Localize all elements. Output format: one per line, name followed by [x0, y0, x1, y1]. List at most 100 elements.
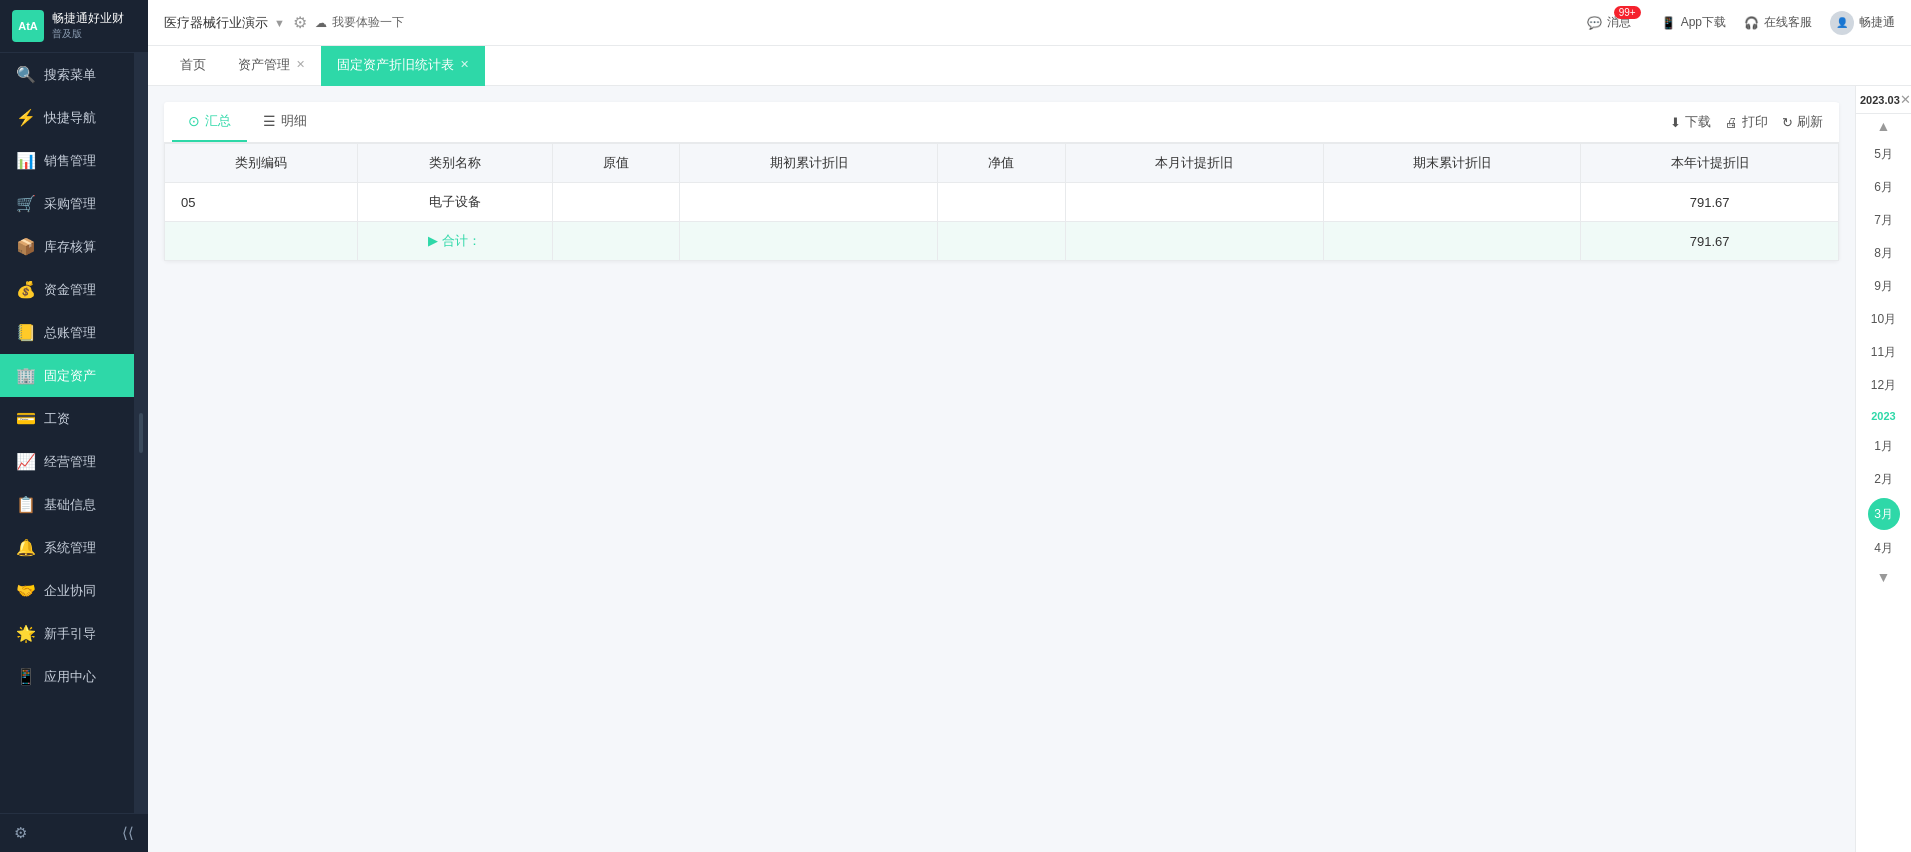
month-5[interactable]: 5月	[1856, 138, 1911, 171]
prev-year-nav[interactable]: ▲	[1856, 114, 1911, 138]
sidebar-item-ledger[interactable]: 📒 总账管理	[0, 311, 134, 354]
sidebar-item-guide[interactable]: 🌟 新手引导	[0, 612, 134, 655]
sidebar-icon-quick-nav: ⚡	[16, 108, 34, 127]
sidebar-item-operations[interactable]: 📈 经营管理	[0, 440, 134, 483]
month-11[interactable]: 11月	[1856, 336, 1911, 369]
sidebar-item-basic-info[interactable]: 📋 基础信息	[0, 483, 134, 526]
subtab-detail[interactable]: ☰ 明细	[247, 102, 323, 142]
company-selector[interactable]: 医疗器械行业演示 ▼	[164, 14, 285, 32]
sidebar-item-inventory[interactable]: 📦 库存核算	[0, 225, 134, 268]
sidebar-nav: 🔍 搜索菜单 ⚡ 快捷导航 📊 销售管理 🛒 采购管理 📦 库存核算 💰 资金管…	[0, 53, 134, 813]
tab-home[interactable]: 首页	[164, 46, 222, 86]
sidebar-label-basic-info: 基础信息	[44, 496, 96, 514]
month-4[interactable]: 4月	[1856, 532, 1911, 565]
subtab-summary[interactable]: ⊙ 汇总	[172, 102, 247, 142]
total-monthly-dep	[1065, 222, 1323, 261]
experience-icon: ☁	[315, 16, 327, 30]
page-content: ⊙ 汇总 ☰ 明细 ⬇ 下载 �	[148, 86, 1855, 852]
sidebar-icon-app-center: 📱	[16, 667, 34, 686]
month-1[interactable]: 1月	[1856, 430, 1911, 463]
refresh-btn[interactable]: ↻ 刷新	[1782, 113, 1823, 131]
data-table-wrap: 类别编码 类别名称 原值 期初累计折旧 净值 本月计提折旧 期末累计折旧 本年计…	[164, 143, 1839, 261]
sidebar-item-app-center[interactable]: 📱 应用中心	[0, 655, 134, 698]
sidebar-item-funds[interactable]: 💰 资金管理	[0, 268, 134, 311]
col-initial-accum: 期初累计折旧	[680, 144, 938, 183]
sidebar-item-enterprise[interactable]: 🤝 企业协同	[0, 569, 134, 612]
download-btn[interactable]: ⬇ 下载	[1670, 113, 1711, 131]
total-icon: ▶	[428, 233, 438, 248]
app-download-btn[interactable]: 📱 App下载	[1661, 14, 1726, 31]
tab-asset-management-close[interactable]: ✕	[296, 58, 305, 71]
sidebar-item-system[interactable]: 🔔 系统管理	[0, 526, 134, 569]
total-period-end-accum	[1323, 222, 1581, 261]
user-info[interactable]: 👤 畅捷通	[1830, 11, 1895, 35]
row-name: 电子设备	[357, 183, 552, 222]
next-year-icon[interactable]: ▼	[1877, 569, 1891, 585]
row-initial-accum	[680, 183, 938, 222]
sidebar-scroll-indicator	[134, 53, 148, 813]
table-toolbar: ⬇ 下载 🖨 打印 ↻ 刷新	[1654, 103, 1839, 141]
month-3[interactable]: 3月	[1868, 498, 1900, 530]
row-period-end-accum	[1323, 183, 1581, 222]
tabbar: 首页 资产管理 ✕ 固定资产折旧统计表 ✕	[148, 46, 1911, 86]
sidebar-icon-purchase: 🛒	[16, 194, 34, 213]
topbar-settings-icon[interactable]: ⚙	[293, 13, 307, 32]
subtab-summary-label: 汇总	[205, 112, 231, 130]
col-code: 类别编码	[165, 144, 358, 183]
right-panel: 2023.03 ✕ ⤢ ▲ 5月 6月 7月 8月 9月 10月 11月 12月…	[1855, 86, 1911, 852]
sidebar-label-payroll: 工资	[44, 410, 70, 428]
message-icon: 💬	[1587, 16, 1602, 30]
app-download-icon: 📱	[1661, 16, 1676, 30]
collapse-icon[interactable]: ⟨⟨	[122, 824, 134, 842]
month-12[interactable]: 12月	[1856, 369, 1911, 402]
year-2023-label: 2023	[1856, 402, 1911, 430]
row-net	[938, 183, 1066, 222]
tab-asset-management-label: 资产管理	[238, 56, 290, 74]
month-6[interactable]: 6月	[1856, 171, 1911, 204]
print-btn[interactable]: 🖨 打印	[1725, 113, 1768, 131]
next-year-nav[interactable]: ▼	[1856, 565, 1911, 589]
topbar-right: 💬 消息 99+ 📱 App下载 🎧 在线客服 👤 畅捷通	[1587, 11, 1895, 35]
month-2[interactable]: 2月	[1856, 463, 1911, 496]
month-10[interactable]: 10月	[1856, 303, 1911, 336]
total-original	[552, 222, 680, 261]
subtab-detail-icon: ☰	[263, 113, 276, 129]
sidebar-item-quick-nav[interactable]: ⚡ 快捷导航	[0, 96, 134, 139]
sidebar-label-ledger: 总账管理	[44, 324, 96, 342]
subtab-summary-icon: ⊙	[188, 113, 200, 129]
avatar-icon: 👤	[1836, 17, 1848, 28]
sidebar-label-operations: 经营管理	[44, 453, 96, 471]
sidebar-icon-sales: 📊	[16, 151, 34, 170]
col-net: 净值	[938, 144, 1066, 183]
sidebar-item-purchase[interactable]: 🛒 采购管理	[0, 182, 134, 225]
sidebar-label-sales: 销售管理	[44, 152, 96, 170]
panel-close-icon[interactable]: ✕	[1900, 92, 1911, 107]
tab-fixed-asset-report-close[interactable]: ✕	[460, 58, 469, 71]
sidebar-item-fixed-assets[interactable]: 🏢 固定资产	[0, 354, 134, 397]
sidebar-item-payroll[interactable]: 💳 工资	[0, 397, 134, 440]
row-monthly-dep	[1065, 183, 1323, 222]
tab-fixed-asset-report[interactable]: 固定资产折旧统计表 ✕	[321, 46, 485, 86]
sidebar-bottom: ⚙ ⟨⟨	[0, 813, 148, 852]
month-7[interactable]: 7月	[1856, 204, 1911, 237]
message-badge: 99+	[1614, 6, 1641, 19]
customer-service-btn[interactable]: 🎧 在线客服	[1744, 14, 1812, 31]
sidebar-item-search[interactable]: 🔍 搜索菜单	[0, 53, 134, 96]
sidebar-label-system: 系统管理	[44, 539, 96, 557]
table-row: 05 电子设备 791.67	[165, 183, 1839, 222]
sidebar-icon-search: 🔍	[16, 65, 34, 84]
month-8[interactable]: 8月	[1856, 237, 1911, 270]
col-original: 原值	[552, 144, 680, 183]
tab-home-label: 首页	[180, 56, 206, 74]
month-9[interactable]: 9月	[1856, 270, 1911, 303]
tab-asset-management[interactable]: 资产管理 ✕	[222, 46, 321, 86]
settings-icon[interactable]: ⚙	[14, 824, 27, 842]
app-logo-icon: AtA	[12, 10, 44, 42]
sidebar-item-sales[interactable]: 📊 销售管理	[0, 139, 134, 182]
message-btn[interactable]: 💬 消息 99+	[1587, 14, 1631, 31]
experience-btn[interactable]: ☁ 我要体验一下	[315, 14, 404, 31]
row-original	[552, 183, 680, 222]
prev-year-icon[interactable]: ▲	[1877, 118, 1891, 134]
depreciation-table: 类别编码 类别名称 原值 期初累计折旧 净值 本月计提折旧 期末累计折旧 本年计…	[164, 143, 1839, 261]
refresh-icon: ↻	[1782, 115, 1793, 130]
